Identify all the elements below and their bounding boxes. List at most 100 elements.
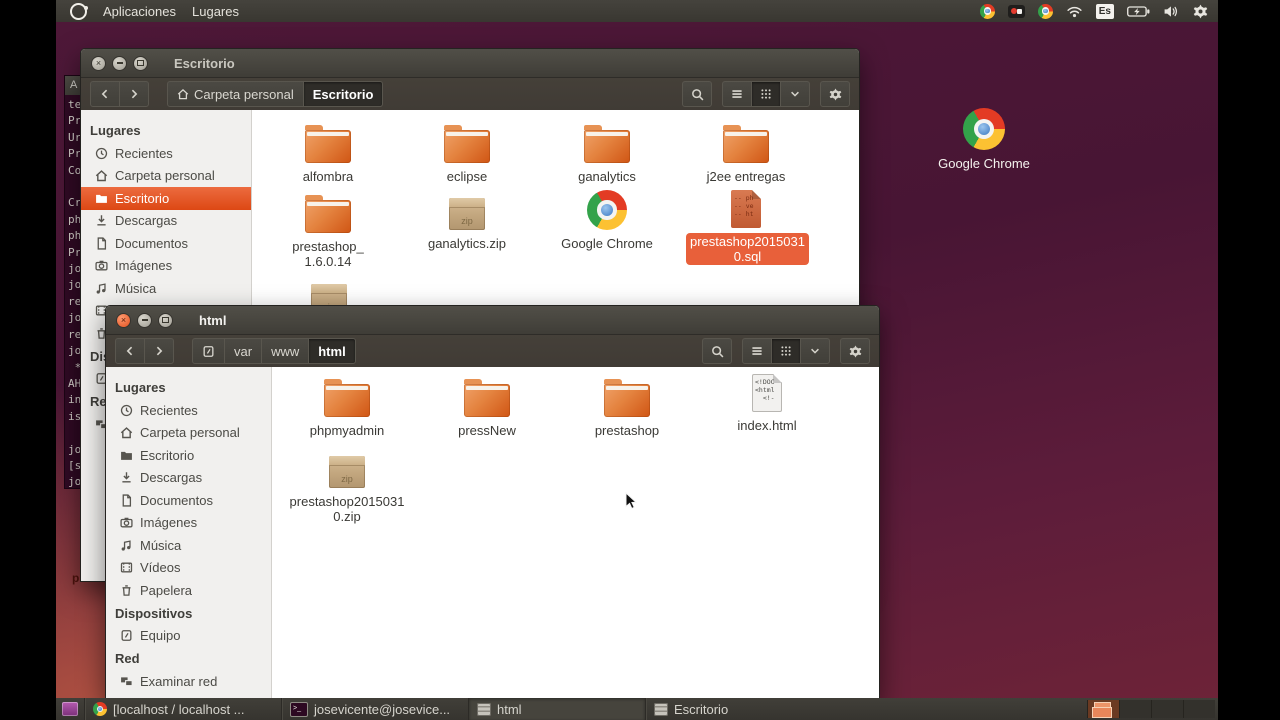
window2-titlebar[interactable]: × html bbox=[106, 306, 879, 335]
breadcrumb-current[interactable]: Escritorio bbox=[302, 81, 384, 107]
grid-view-icon bbox=[760, 88, 772, 100]
maximize-icon[interactable] bbox=[133, 55, 148, 71]
home-icon bbox=[95, 169, 108, 182]
file-j2ee-entregas[interactable]: j2ee entregas bbox=[686, 124, 806, 184]
sidebar-item-descargas[interactable]: Descargas bbox=[106, 467, 271, 490]
search-icon bbox=[711, 345, 724, 358]
sidebar-header-devices: Dispositivos bbox=[115, 605, 193, 621]
sidebar-item-escritorio[interactable]: Escritorio bbox=[81, 187, 251, 210]
show-desktop-icon[interactable] bbox=[62, 702, 78, 716]
list-view-button[interactable] bbox=[722, 81, 752, 107]
minimize-icon[interactable] bbox=[112, 55, 127, 71]
file-prestashop-zip[interactable]: zip prestashop2015031 0.zip bbox=[287, 452, 407, 524]
workspace-4[interactable] bbox=[1183, 700, 1215, 718]
trash-icon bbox=[120, 584, 133, 597]
zip-icon: zip bbox=[449, 198, 485, 230]
file-google-chrome[interactable]: Google Chrome bbox=[547, 190, 667, 251]
forward-button[interactable] bbox=[119, 81, 149, 107]
battery-icon[interactable] bbox=[1127, 5, 1150, 18]
workspace-2[interactable] bbox=[1119, 700, 1151, 718]
grid-view-icon bbox=[780, 345, 792, 357]
desktop-icon-label: Google Chrome bbox=[938, 156, 1030, 171]
taskbar-item-terminal[interactable]: >_ josevicente@josevice... bbox=[281, 698, 468, 720]
workspace-3[interactable] bbox=[1151, 700, 1183, 718]
sidebar-item-musica[interactable]: Música bbox=[106, 534, 271, 557]
zip-icon: zip bbox=[329, 456, 365, 488]
settings-button[interactable] bbox=[840, 338, 870, 364]
file-alfombra[interactable]: alfombra bbox=[268, 124, 388, 184]
grid-view-button[interactable] bbox=[751, 81, 781, 107]
screen-recorder-icon[interactable] bbox=[1007, 4, 1025, 18]
list-view-icon bbox=[731, 88, 743, 100]
window2-file-area[interactable]: phpmyadmin pressNew prestashop <!DOC <ht… bbox=[272, 367, 879, 698]
wifi-icon[interactable] bbox=[1066, 5, 1083, 18]
folder-icon bbox=[324, 379, 370, 417]
sidebar-item-descargas[interactable]: Descargas bbox=[81, 210, 251, 233]
sidebar-item-equipo[interactable]: Equipo bbox=[106, 625, 271, 648]
back-icon bbox=[99, 88, 111, 100]
sidebar-item-escritorio[interactable]: Escritorio bbox=[106, 444, 271, 467]
chrome-tray-icon-2[interactable] bbox=[1037, 3, 1053, 19]
workspace-1[interactable] bbox=[1087, 700, 1119, 718]
file-prestashop-sql[interactable]: -- ph -- ve -- ht prestashop2015031 0.sql bbox=[686, 190, 809, 265]
file-phpmyadmin[interactable]: phpmyadmin bbox=[287, 378, 407, 438]
sidebar-item-musica[interactable]: Música bbox=[81, 277, 251, 300]
window1-titlebar[interactable]: × Escritorio bbox=[81, 49, 859, 78]
taskbar-item-html[interactable]: html bbox=[468, 698, 645, 720]
sidebar-item-examinar-red[interactable]: Examinar red bbox=[106, 670, 271, 693]
search-button[interactable] bbox=[702, 338, 732, 364]
minimize-icon[interactable] bbox=[137, 312, 152, 328]
grid-view-button[interactable] bbox=[771, 338, 801, 364]
sidebar-item-carpeta-personal[interactable]: Carpeta personal bbox=[106, 422, 271, 445]
file-pressnew[interactable]: pressNew bbox=[427, 378, 547, 438]
desktop-icon-google-chrome[interactable]: Google Chrome bbox=[929, 108, 1039, 171]
taskbar-item-escritorio[interactable]: Escritorio bbox=[645, 698, 840, 720]
maximize-icon[interactable] bbox=[158, 312, 173, 328]
chrome-tray-icon[interactable] bbox=[979, 3, 995, 19]
keyboard-layout-indicator[interactable]: Es bbox=[1095, 3, 1114, 19]
folder-icon bbox=[305, 125, 351, 163]
view-options-button[interactable] bbox=[780, 81, 810, 107]
search-button[interactable] bbox=[682, 81, 712, 107]
close-icon[interactable]: × bbox=[91, 55, 106, 71]
taskbar-item-localhost[interactable]: [localhost / localhost ... bbox=[84, 698, 281, 720]
view-options-button[interactable] bbox=[800, 338, 830, 364]
file-ganalytics[interactable]: ganalytics bbox=[547, 124, 667, 184]
sidebar-item-papelera[interactable]: Papelera bbox=[106, 579, 271, 602]
settings-button[interactable] bbox=[820, 81, 850, 107]
forward-button[interactable] bbox=[144, 338, 174, 364]
breadcrumb-html[interactable]: html bbox=[308, 338, 356, 364]
sidebar-item-recientes[interactable]: Recientes bbox=[106, 399, 271, 422]
breadcrumb-www[interactable]: www bbox=[261, 338, 310, 364]
menu-lugares[interactable]: Lugares bbox=[192, 4, 239, 19]
music-icon bbox=[95, 282, 108, 295]
window2-toolbar: var www html bbox=[106, 335, 879, 368]
sidebar-item-documentos[interactable]: Documentos bbox=[106, 489, 271, 512]
breadcrumb-device[interactable] bbox=[192, 338, 225, 364]
sidebar-item-videos[interactable]: Vídeos bbox=[106, 557, 271, 580]
file-prestashop[interactable]: prestashop bbox=[567, 378, 687, 438]
sidebar-item-carpeta-personal[interactable]: Carpeta personal bbox=[81, 165, 251, 188]
folder-icon bbox=[604, 379, 650, 417]
back-button[interactable] bbox=[90, 81, 120, 107]
list-view-button[interactable] bbox=[742, 338, 772, 364]
file-eclipse[interactable]: eclipse bbox=[407, 124, 527, 184]
menu-aplicaciones[interactable]: Aplicaciones bbox=[103, 4, 176, 19]
sidebar-item-imagenes[interactable]: Imágenes bbox=[106, 512, 271, 535]
search-icon bbox=[691, 88, 704, 101]
file-index-html[interactable]: <!DOC <html <!- index.html bbox=[707, 374, 827, 433]
sidebar-item-imagenes[interactable]: Imágenes bbox=[81, 255, 251, 278]
sidebar-item-documentos[interactable]: Documentos bbox=[81, 232, 251, 255]
desktop-wallpaper[interactable]: Google Chrome pr A te Pr Ur Pr Co Cr ph … bbox=[56, 22, 1218, 698]
close-icon[interactable]: × bbox=[116, 312, 131, 328]
camera-icon bbox=[120, 516, 133, 529]
back-button[interactable] bbox=[115, 338, 145, 364]
volume-icon[interactable] bbox=[1163, 5, 1180, 18]
ubuntu-logo-icon[interactable] bbox=[70, 2, 88, 20]
breadcrumb-var[interactable]: var bbox=[224, 338, 263, 364]
session-gear-icon[interactable] bbox=[1193, 4, 1208, 19]
sidebar-item-recientes[interactable]: Recientes bbox=[81, 142, 251, 165]
breadcrumb-home[interactable]: Carpeta personal bbox=[167, 81, 304, 107]
file-prestashop-folder[interactable]: prestashop_ 1.6.0.14 bbox=[268, 194, 388, 269]
file-ganalytics-zip[interactable]: zip ganalytics.zip bbox=[407, 194, 527, 251]
